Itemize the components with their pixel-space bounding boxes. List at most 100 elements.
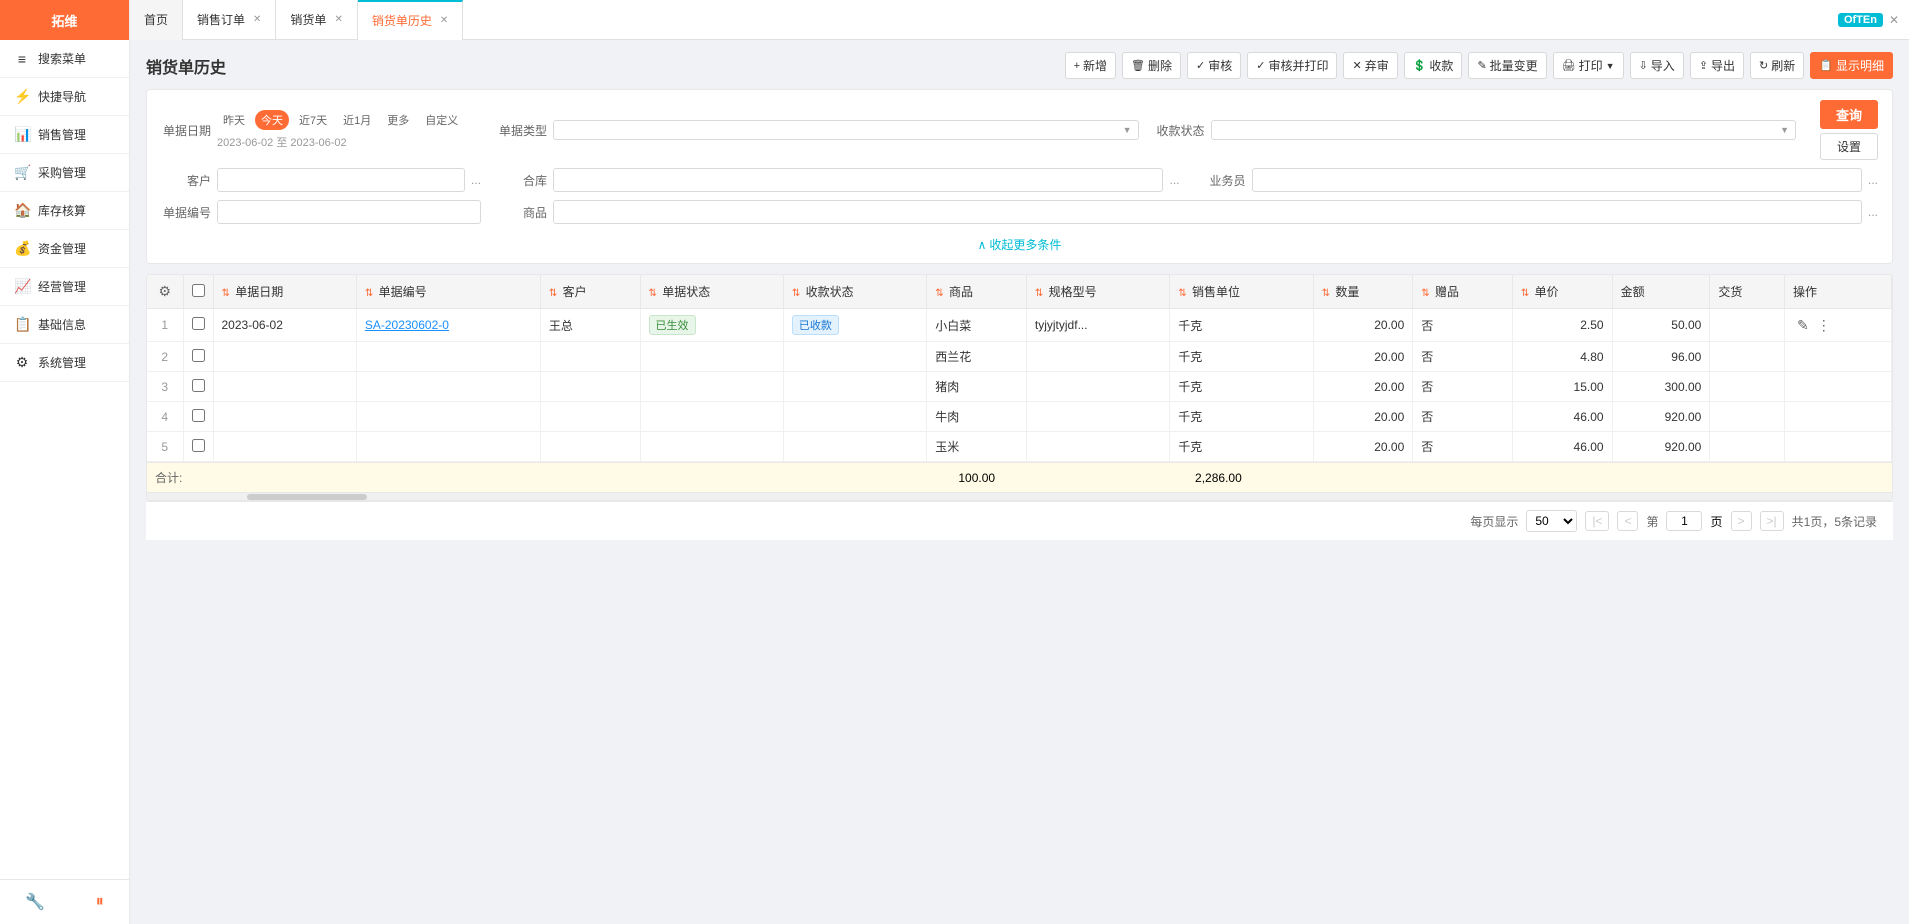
goods-label: 商品	[497, 204, 547, 221]
horizontal-scrollbar[interactable]	[147, 492, 1892, 500]
col-checkbox[interactable]	[183, 275, 213, 309]
row-num-0: 1	[147, 309, 183, 342]
select-all-checkbox[interactable]	[192, 284, 205, 297]
sidebar-item-purchase-mgmt[interactable]: 🛒 采购管理	[0, 154, 129, 192]
refresh-button[interactable]: ↻ 刷新	[1750, 52, 1804, 79]
sidebar-item-basic-info[interactable]: 📋 基础信息	[0, 306, 129, 344]
shortcut-yesterday[interactable]: 昨天	[217, 110, 251, 130]
audit-button[interactable]: ✓ 审核	[1187, 52, 1241, 79]
doc-type-select[interactable]: ▼	[553, 120, 1139, 140]
tab-close-sales-history[interactable]: ✕	[440, 15, 448, 26]
sidebar-item-inventory[interactable]: 🏠 库存核算	[0, 192, 129, 230]
row-checkbox-0[interactable]	[183, 309, 213, 342]
page-first-btn[interactable]: |<	[1585, 511, 1609, 531]
col-date[interactable]: ⇅ 单据日期	[213, 275, 356, 309]
print-button[interactable]: 🖨 打印 ▼	[1553, 52, 1624, 79]
tab-close-sales-goods[interactable]: ✕	[334, 14, 342, 25]
page-size-label: 每页显示	[1470, 513, 1518, 530]
col-trade[interactable]: 交货	[1710, 275, 1785, 309]
row-checkbox-2[interactable]	[183, 372, 213, 402]
staff-input[interactable]	[1252, 168, 1862, 192]
scrollbar-thumb[interactable]	[247, 494, 367, 500]
row-gift-2: 否	[1413, 372, 1513, 402]
row-checkbox-4[interactable]	[183, 432, 213, 462]
page-prev-btn[interactable]: <	[1617, 511, 1638, 531]
tab-sales-history[interactable]: 销货单历史 ✕	[358, 0, 463, 40]
page-input[interactable]	[1666, 511, 1702, 531]
sidebar-settings-btn[interactable]: 🔧	[21, 888, 49, 916]
refresh-icon: ↻	[1759, 59, 1768, 72]
abandon-button[interactable]: ✕ 弃审	[1343, 52, 1397, 79]
sidebar-item-finance[interactable]: 💰 资金管理	[0, 230, 129, 268]
query-button[interactable]: 查询	[1820, 100, 1878, 129]
staff-dots[interactable]: ...	[1868, 173, 1878, 187]
col-collect-status[interactable]: ⇅ 收款状态	[783, 275, 926, 309]
customer-dots[interactable]: ...	[471, 173, 481, 187]
show-detail-button[interactable]: 📋 显示明细	[1810, 52, 1893, 79]
row-collectstatus-1	[783, 342, 926, 372]
shortcut-7days[interactable]: 近7天	[293, 110, 333, 130]
shortcut-more[interactable]: 更多	[381, 110, 415, 130]
docnum-input[interactable]	[217, 200, 481, 224]
edit-action-btn[interactable]: ✎	[1793, 315, 1813, 335]
sidebar-item-label: 销售管理	[38, 126, 86, 143]
sidebar-pause-btn[interactable]: ⏸	[92, 888, 108, 916]
warehouse-dots[interactable]: ...	[1169, 173, 1179, 187]
col-spec[interactable]: ⇅ 规格型号	[1026, 275, 1169, 309]
col-goods[interactable]: ⇅ 商品	[927, 275, 1027, 309]
sort-unit-icon: ⇅	[1178, 288, 1186, 299]
doc-num-link[interactable]: SA-20230602-0	[365, 318, 449, 332]
col-gear[interactable]: ⚙	[147, 275, 183, 309]
export-button[interactable]: ⇪ 导出	[1690, 52, 1744, 79]
topbar-close-icon[interactable]: ✕	[1889, 13, 1899, 27]
row-docnum-0[interactable]: SA-20230602-0	[356, 309, 540, 342]
warehouse-input[interactable]	[553, 168, 1163, 192]
batch-change-button[interactable]: ✎ 批量变更	[1468, 52, 1546, 79]
collect-button[interactable]: 💲 收款	[1404, 52, 1463, 79]
row-goods-4: 玉米	[927, 432, 1027, 462]
sidebar-item-sales-mgmt[interactable]: 📊 销售管理	[0, 116, 129, 154]
col-unit[interactable]: ⇅ 销售单位	[1170, 275, 1313, 309]
footer-total-quantity: 100.00	[958, 471, 995, 485]
page-last-btn[interactable]: >|	[1760, 511, 1784, 531]
new-icon: +	[1074, 60, 1080, 72]
tab-sales-order[interactable]: 销售订单 ✕	[183, 0, 276, 40]
row-checkbox-1[interactable]	[183, 342, 213, 372]
tab-home[interactable]: 首页	[130, 0, 183, 40]
footer-values: 100.00 2,286.00	[198, 471, 1884, 485]
col-doc-status[interactable]: ⇅ 单据状态	[640, 275, 783, 309]
goods-input[interactable]	[553, 200, 1862, 224]
more-action-btn[interactable]: ⋮	[1813, 315, 1835, 335]
row-customer-3	[540, 402, 640, 432]
customer-input[interactable]	[217, 168, 465, 192]
collapse-btn[interactable]: ∧ 收起更多条件	[978, 236, 1062, 253]
delete-button[interactable]: 🗑 删除	[1122, 52, 1181, 79]
col-unitprice[interactable]: ⇅ 单价	[1512, 275, 1612, 309]
audit-print-button[interactable]: ✓ 审核并打印	[1247, 52, 1337, 79]
shortcut-today[interactable]: 今天	[255, 110, 289, 130]
col-gift[interactable]: ⇅ 赠品	[1413, 275, 1513, 309]
sidebar-item-ops[interactable]: 📈 经营管理	[0, 268, 129, 306]
page-next-btn[interactable]: >	[1731, 511, 1752, 531]
col-customer[interactable]: ⇅ 客户	[540, 275, 640, 309]
set-button[interactable]: 设置	[1820, 133, 1878, 160]
row-action-3	[1784, 402, 1891, 432]
row-checkbox-3[interactable]	[183, 402, 213, 432]
shortcut-1month[interactable]: 近1月	[337, 110, 377, 130]
table-gear-icon[interactable]: ⚙	[158, 283, 171, 299]
col-docnum[interactable]: ⇅ 单据编号	[356, 275, 540, 309]
col-amount[interactable]: 金额	[1612, 275, 1710, 309]
sidebar-item-sys-mgmt[interactable]: ⚙ 系统管理	[0, 344, 129, 382]
shortcut-custom[interactable]: 自定义	[419, 110, 464, 130]
sidebar-item-quick-nav[interactable]: ⚡ 快捷导航	[0, 78, 129, 116]
col-quantity[interactable]: ⇅ 数量	[1313, 275, 1413, 309]
page-size-select[interactable]: 50 100 200	[1526, 510, 1577, 532]
new-button[interactable]: + 新增	[1065, 52, 1116, 79]
collect-status-select[interactable]: ▼	[1211, 120, 1797, 140]
tab-sales-goods[interactable]: 销货单 ✕	[276, 0, 357, 40]
tab-close-sales-order[interactable]: ✕	[253, 14, 261, 25]
import-button[interactable]: ⇩ 导入	[1630, 52, 1684, 79]
goods-dots[interactable]: ...	[1868, 205, 1878, 219]
sidebar-bottom: 🔧 ⏸	[0, 879, 129, 924]
sidebar-item-search-menu[interactable]: ≡ 搜索菜单	[0, 40, 129, 78]
